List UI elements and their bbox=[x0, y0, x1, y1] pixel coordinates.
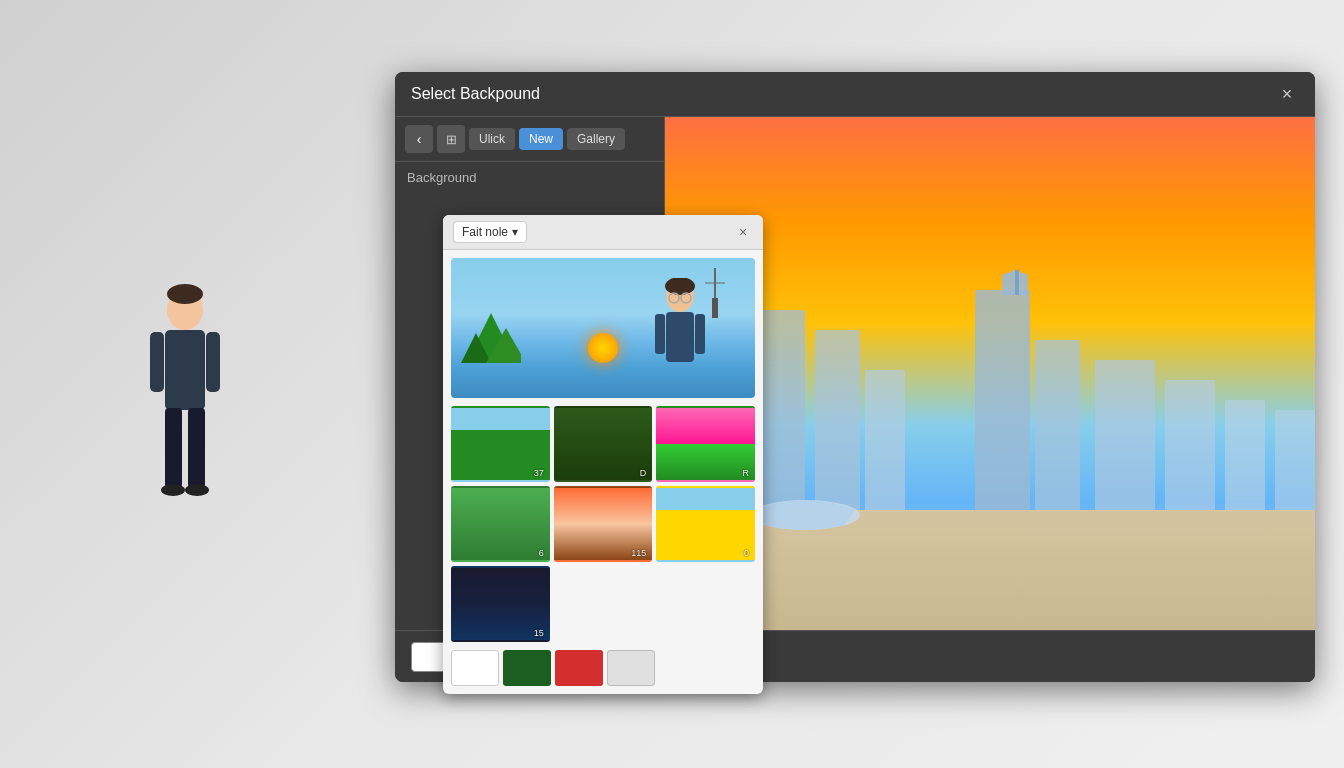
svg-rect-2 bbox=[165, 330, 205, 410]
svg-rect-35 bbox=[655, 314, 665, 354]
sub-panel-close-button[interactable]: × bbox=[733, 222, 753, 242]
thumb-number-6: 0 bbox=[744, 548, 749, 558]
dropdown-label: Fait nole bbox=[462, 225, 508, 239]
thumbnail-6[interactable]: 0 bbox=[656, 486, 755, 562]
thumb-number-7: 15 bbox=[534, 628, 544, 638]
thumbnail-1[interactable]: 37 bbox=[451, 406, 550, 482]
svg-point-8 bbox=[185, 484, 209, 496]
preview-avatar bbox=[645, 278, 715, 398]
chevron-down-icon: ▾ bbox=[512, 225, 518, 239]
svg-rect-36 bbox=[695, 314, 705, 354]
svg-rect-15 bbox=[1015, 270, 1019, 295]
dialog-title: Select Backpound bbox=[411, 85, 540, 103]
nav-back-button[interactable]: ‹ bbox=[405, 125, 433, 153]
preview-sun bbox=[588, 333, 618, 363]
nav-grid-button[interactable]: ⊞ bbox=[437, 125, 465, 153]
dialog-header: Select Backpound × bbox=[395, 72, 1315, 117]
background-picker-panel: Fait nole ▾ × bbox=[443, 215, 763, 694]
section-background-label: Background bbox=[395, 162, 664, 189]
dialog-close-button[interactable]: × bbox=[1275, 82, 1299, 106]
thumbnail-7[interactable]: 15 bbox=[451, 566, 550, 642]
thumb-number-4: 6 bbox=[539, 548, 544, 558]
thumbnail-2[interactable]: D bbox=[554, 406, 653, 482]
svg-point-1 bbox=[167, 284, 203, 304]
color-swatch-red[interactable] bbox=[555, 650, 603, 686]
svg-rect-6 bbox=[188, 408, 205, 488]
background-preview-image bbox=[451, 258, 755, 398]
svg-rect-3 bbox=[150, 332, 164, 392]
svg-rect-5 bbox=[165, 408, 182, 488]
tab-new[interactable]: New bbox=[519, 128, 563, 150]
tab-gallery[interactable]: Gallery bbox=[567, 128, 625, 150]
thumbnail-5[interactable]: 115 bbox=[554, 486, 653, 562]
boat bbox=[745, 470, 865, 530]
thumb-number-3: R bbox=[742, 468, 749, 478]
filter-dropdown[interactable]: Fait nole ▾ bbox=[453, 221, 527, 243]
thumb-number-2: D bbox=[640, 468, 647, 478]
thumbnail-3[interactable]: R bbox=[656, 406, 755, 482]
svg-point-7 bbox=[161, 484, 185, 496]
color-swatch-white[interactable] bbox=[451, 650, 499, 686]
nav-tabs: ‹ ⊞ Ulick New Gallery bbox=[395, 117, 664, 162]
thumb-number-5: 115 bbox=[631, 548, 646, 558]
color-swatch-gray[interactable] bbox=[607, 650, 655, 686]
background-thumbnail-grid: 37 D R 6 115 0 15 bbox=[451, 406, 755, 642]
color-swatch-row bbox=[451, 650, 755, 686]
thumbnail-4[interactable]: 6 bbox=[451, 486, 550, 562]
color-swatch-green[interactable] bbox=[503, 650, 551, 686]
svg-rect-34 bbox=[666, 312, 694, 362]
sub-panel-content: 37 D R 6 115 0 15 bbox=[443, 250, 763, 694]
tab-ulick[interactable]: Ulick bbox=[469, 128, 515, 150]
sub-panel-header: Fait nole ▾ × bbox=[443, 215, 763, 250]
thumb-number-1: 37 bbox=[534, 468, 544, 478]
svg-rect-4 bbox=[206, 332, 220, 392]
preview-trees bbox=[461, 308, 521, 368]
left-avatar bbox=[140, 280, 230, 580]
